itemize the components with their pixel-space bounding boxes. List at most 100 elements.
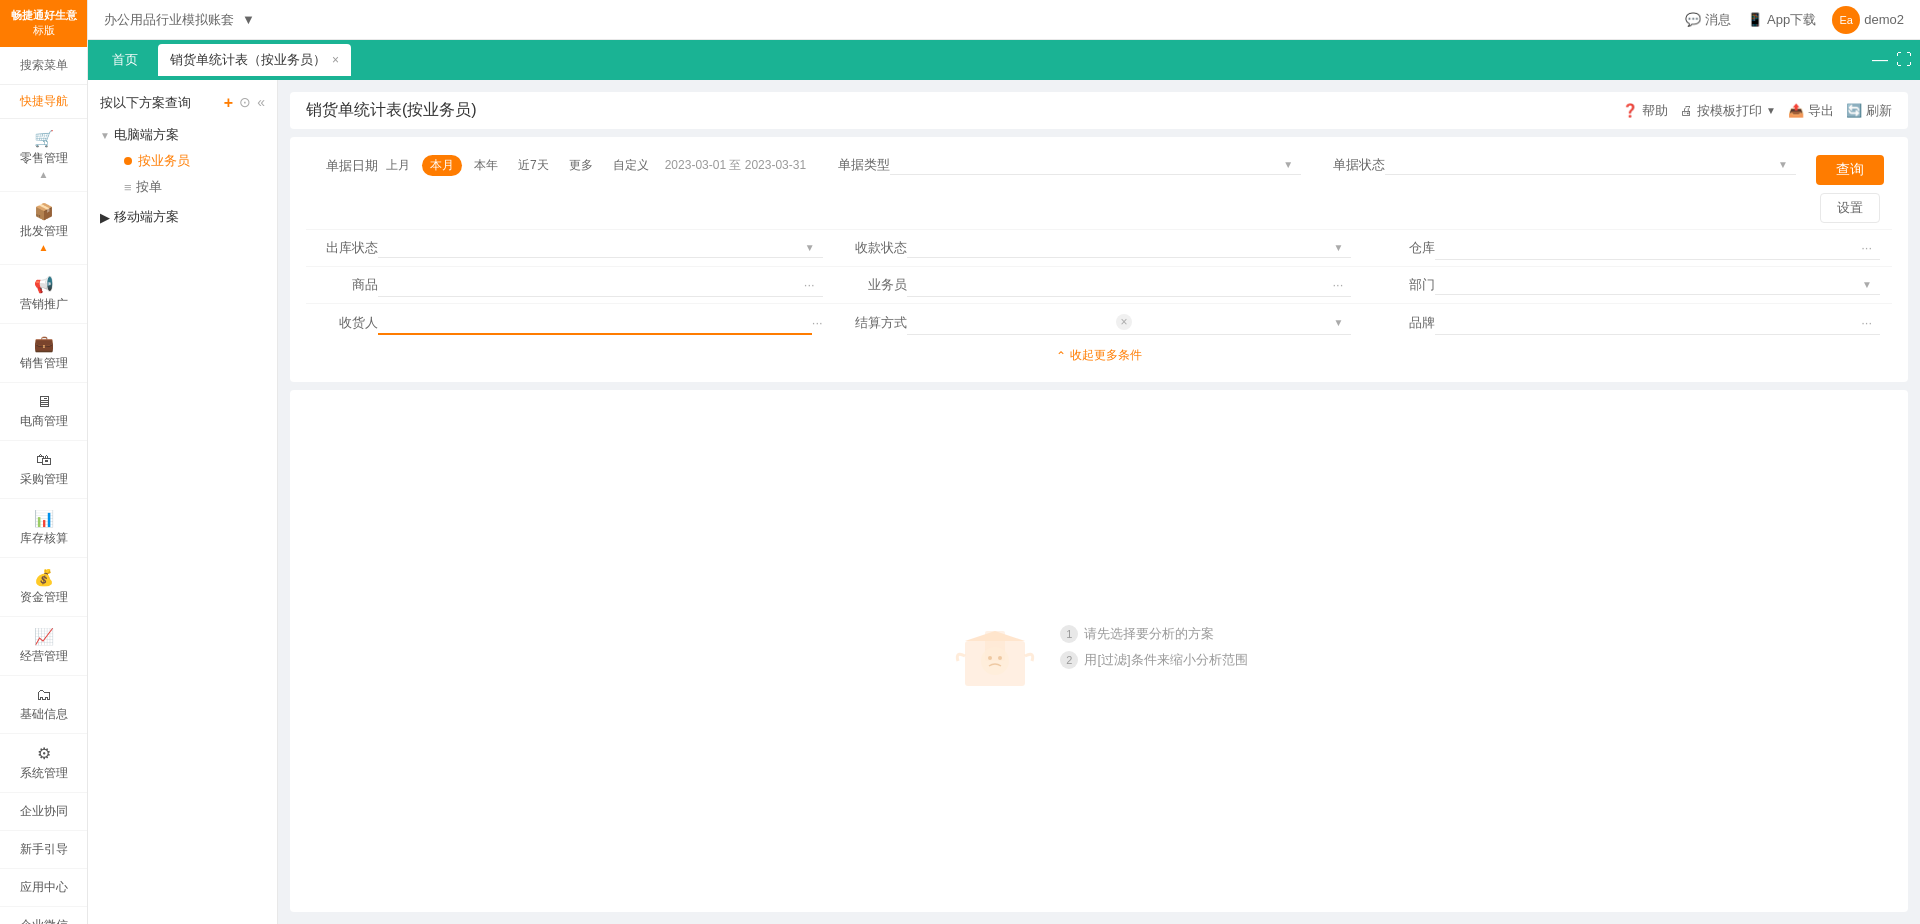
export-btn[interactable]: 📤 导出: [1788, 102, 1834, 120]
salesman-label: 业务员: [847, 276, 907, 294]
sidebar-item-marketing[interactable]: 📢 营销推广: [0, 265, 87, 324]
add-scheme-btn[interactable]: +: [224, 94, 233, 112]
sidebar-item-purchase[interactable]: 🛍 采购管理: [0, 441, 87, 499]
salesman-dots[interactable]: ···: [1333, 277, 1344, 292]
sidebar-item-ecommerce[interactable]: 🖥 电商管理: [0, 383, 87, 441]
print-btn[interactable]: 🖨 按模板打印 ▼: [1680, 102, 1776, 120]
tab-bar-actions: — ⛶: [1872, 51, 1912, 69]
message-btn[interactable]: 💬 消息: [1685, 11, 1731, 29]
phone-icon: 📱: [1747, 12, 1763, 27]
svg-point-2: [981, 647, 1009, 675]
payment-label: 结算方式: [847, 314, 907, 332]
date-tab-more[interactable]: 更多: [561, 155, 601, 176]
date-tab-custom[interactable]: 自定义: [605, 155, 657, 176]
sidebar-quicknav[interactable]: 快捷导航: [0, 85, 87, 119]
operation-icon: 📈: [0, 627, 87, 646]
sidebar-item-wechat[interactable]: 企业微信: [0, 907, 87, 924]
username: demo2: [1864, 12, 1904, 27]
marketing-icon: 📢: [0, 275, 87, 294]
collapse-panel-btn[interactable]: «: [257, 94, 265, 112]
logo-text: 畅捷通好生意 标版: [4, 8, 83, 39]
pay-select[interactable]: ▼: [907, 238, 1352, 258]
sidebar-item-operation[interactable]: 📈 经营管理: [0, 617, 87, 676]
dropdown-icon: ▼: [242, 12, 255, 27]
settings-button[interactable]: 设置: [1820, 193, 1880, 223]
sidebar-item-sales[interactable]: 💼 销售管理: [0, 324, 87, 383]
status-chevron: ▼: [1778, 159, 1788, 170]
warehouse-dots[interactable]: ···: [1861, 240, 1872, 255]
user-profile[interactable]: Ea demo2: [1832, 6, 1904, 34]
sidebar-item-basic[interactable]: 🗂 基础信息: [0, 676, 87, 734]
filter-area: 单据日期 上月 本月 本年 近7天 更多 自定义 20: [290, 137, 1908, 382]
type-chevron: ▼: [1283, 159, 1293, 170]
desktop-group-label: 电脑端方案: [114, 126, 179, 144]
receiver-dots[interactable]: ···: [812, 315, 823, 330]
date-tab-lastmonth[interactable]: 上月: [378, 155, 418, 176]
date-label: 单据日期: [318, 157, 378, 175]
payment-clear-btn[interactable]: ×: [1116, 314, 1132, 330]
sidebar-item-system[interactable]: ⚙ 系统管理: [0, 734, 87, 793]
status-label: 单据状态: [1325, 156, 1385, 174]
page-content: 按以下方案查询 + ⊙ « ▼ 电脑端方案 按业务员: [88, 80, 1920, 924]
brand-label: 品牌: [1375, 314, 1435, 332]
salesman-select[interactable]: ···: [907, 273, 1352, 297]
app-logo[interactable]: 畅捷通好生意 标版: [0, 0, 87, 47]
sidebar-search[interactable]: 搜索菜单: [0, 47, 87, 85]
ecommerce-icon: 🖥: [0, 393, 87, 411]
sidebar-item-retail[interactable]: 🛒 零售管理 ▲: [0, 119, 87, 192]
query-button[interactable]: 查询: [1816, 155, 1884, 185]
desktop-scheme-toggle[interactable]: ▼ 电脑端方案: [100, 122, 265, 148]
sidebar-item-guide[interactable]: 新手引导: [0, 831, 87, 869]
date-tab-thisyear[interactable]: 本年: [466, 155, 506, 176]
tab-maximize-btn[interactable]: ⛶: [1896, 51, 1912, 69]
tip-item-1: 1 请先选择要分析的方案: [1060, 625, 1247, 643]
mobile-group-toggle[interactable]: ▶ 移动端方案: [100, 208, 265, 226]
help-btn[interactable]: ❓ 帮助: [1622, 102, 1668, 120]
tab-close-btn[interactable]: ×: [332, 53, 339, 67]
goods-select[interactable]: ···: [378, 273, 823, 297]
sales-icon: 💼: [0, 334, 87, 353]
sidebar-item-inventory[interactable]: 📊 库存核算: [0, 499, 87, 558]
tab-salesman-report[interactable]: 销货单统计表（按业务员） ×: [158, 44, 351, 76]
receiver-input[interactable]: [378, 310, 812, 335]
tab-minimize-btn[interactable]: —: [1872, 51, 1888, 69]
message-icon: 💬: [1685, 12, 1701, 27]
sidebar-item-appcenter[interactable]: 应用中心: [0, 869, 87, 907]
out-select[interactable]: ▼: [378, 238, 823, 258]
brand-dots[interactable]: ···: [1861, 315, 1872, 330]
basic-icon: 🗂: [0, 686, 87, 704]
industry-selector[interactable]: 办公用品行业模拟账套 ▼: [104, 11, 255, 29]
goods-dots[interactable]: ···: [804, 277, 815, 292]
active-dot: [124, 157, 132, 165]
status-select[interactable]: ▼: [1385, 155, 1796, 175]
refresh-btn[interactable]: 🔄 刷新: [1846, 102, 1892, 120]
date-tab-thismonth[interactable]: 本月: [422, 155, 462, 176]
main-area: 办公用品行业模拟账套 ▼ 💬 消息 📱 App下载 Ea demo2 首页: [88, 0, 1920, 924]
tab-home[interactable]: 首页: [96, 40, 154, 80]
page-title-bar: 销货单统计表(按业务员) ❓ 帮助 🖨 按模板打印 ▼ 📤 导出: [290, 92, 1908, 129]
tip-num-2: 2: [1060, 651, 1078, 669]
edit-scheme-btn[interactable]: ⊙: [239, 94, 251, 112]
out-chevron: ▼: [805, 242, 815, 253]
scheme-item-by-order[interactable]: ≡ 按单: [100, 174, 265, 200]
app-download-btn[interactable]: 📱 App下载: [1747, 11, 1816, 29]
type-select[interactable]: ▼: [890, 155, 1301, 175]
warehouse-select[interactable]: ···: [1435, 236, 1880, 260]
scheme-item-salesman[interactable]: 按业务员: [100, 148, 265, 174]
dept-chevron: ▼: [1862, 279, 1872, 290]
top-bar: 办公用品行业模拟账套 ▼ 💬 消息 📱 App下载 Ea demo2: [88, 0, 1920, 40]
brand-select[interactable]: ···: [1435, 311, 1880, 335]
help-icon: ❓: [1622, 103, 1638, 118]
payment-select[interactable]: × ▼: [907, 310, 1352, 335]
payment-chevron: ▼: [1333, 317, 1343, 328]
sidebar-item-cooperation[interactable]: 企业协同: [0, 793, 87, 831]
desktop-group-arrow: ▼: [100, 130, 110, 141]
print-icon: 🖨: [1680, 103, 1693, 118]
dept-select[interactable]: ▼: [1435, 275, 1880, 295]
tip-num-1: 1: [1060, 625, 1078, 643]
date-tab-7days[interactable]: 近7天: [510, 155, 557, 176]
tab-bar: 首页 销货单统计表（按业务员） × — ⛶: [88, 40, 1920, 80]
sidebar-item-finance[interactable]: 💰 资金管理: [0, 558, 87, 617]
sidebar-item-wholesale[interactable]: 📦 批发管理 ▲: [0, 192, 87, 265]
collapse-filter-btn[interactable]: ⌃ 收起更多条件: [306, 341, 1892, 370]
